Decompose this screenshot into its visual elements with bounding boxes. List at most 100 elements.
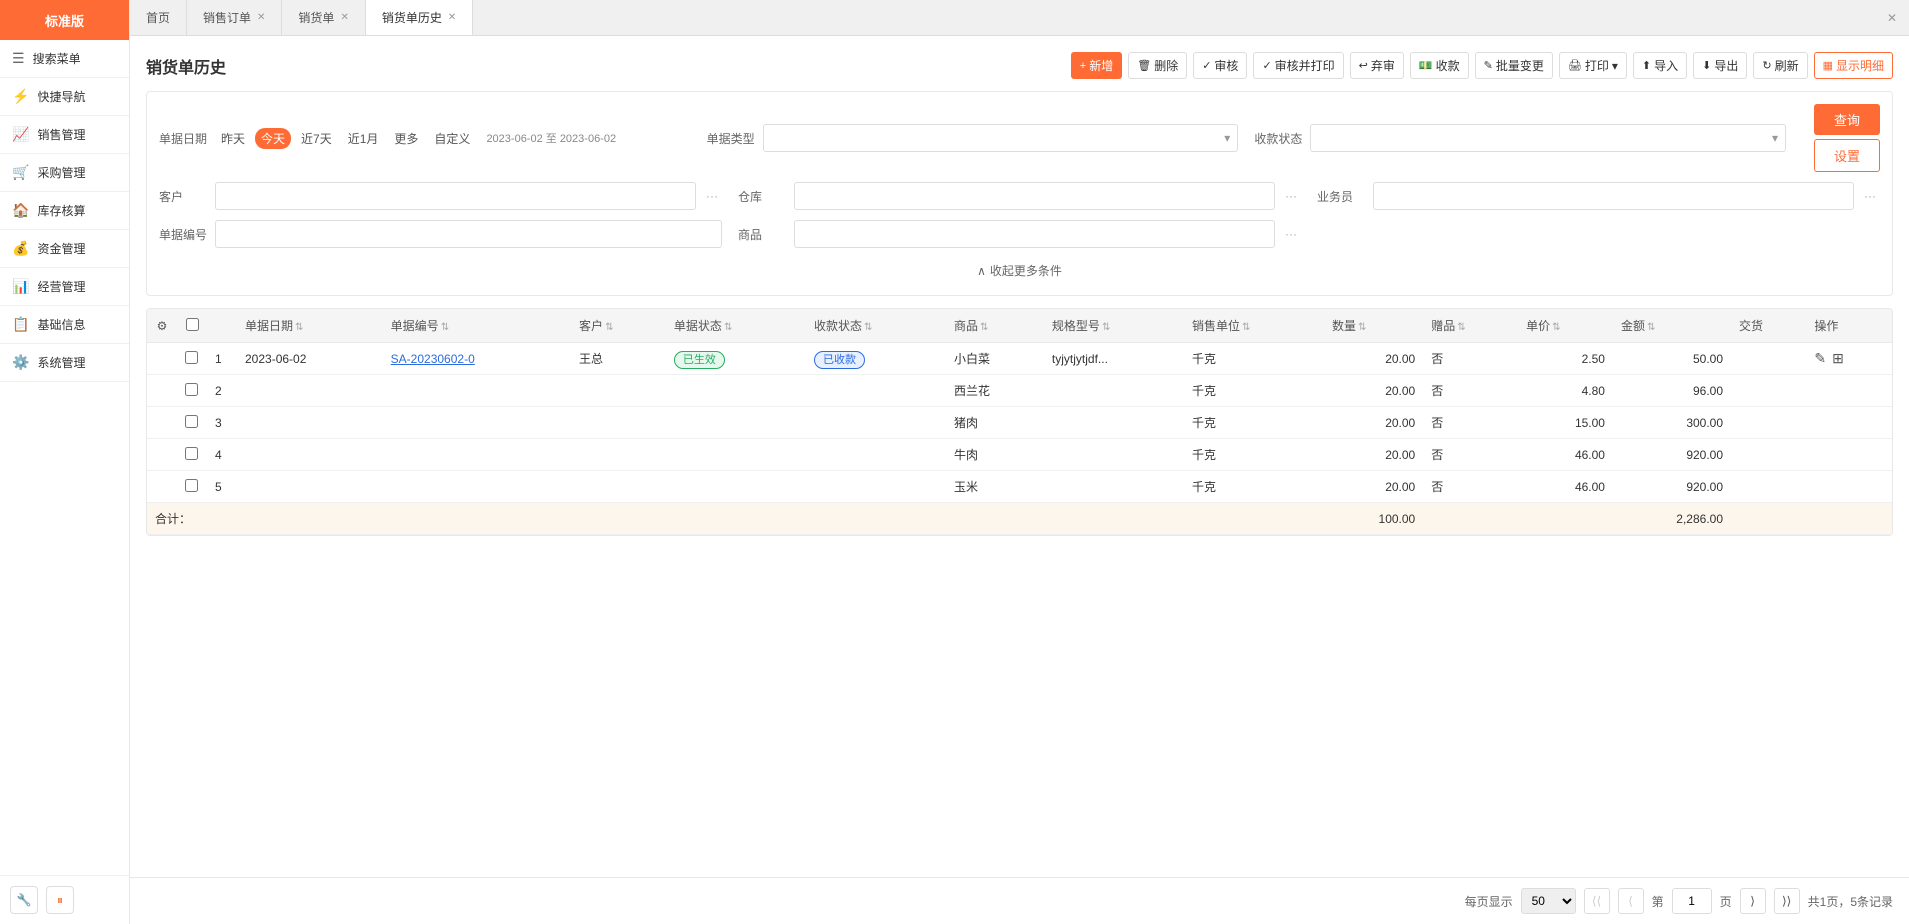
query-button[interactable]: 查询 [1814,104,1880,135]
sidebar-settings-btn[interactable]: 🔧 [10,886,38,914]
show-detail-button[interactable]: ▦ 显示明细 [1814,52,1893,79]
collapse-btn[interactable]: ∧ 收起更多条件 [159,258,1880,283]
audit-icon: ✓ [1202,59,1211,72]
sidebar-item-search-menu[interactable]: ☰ 搜索菜单 [0,40,129,78]
filter-salesperson-input[interactable] [1373,182,1854,210]
tab-sales-history-close[interactable]: ✕ [448,12,456,23]
th-unit-price[interactable]: 单价⇅ [1518,309,1613,343]
delete-button[interactable]: 🗑 删除 [1128,52,1187,79]
sidebar-item-label: 采购管理 [37,164,85,181]
cell-spec-type: tyjytjytjdf... [1044,343,1184,375]
cell-doc-number[interactable]: SA-20230602-0 [383,343,571,375]
import-button[interactable]: ⬆ 导入 [1633,52,1687,79]
tab-sales-goods-close[interactable]: ✕ [340,12,348,23]
filter-warehouse-dots[interactable]: ··· [1281,189,1301,203]
sidebar-item-quick-nav[interactable]: ⚡ 快捷导航 [0,78,129,116]
cell-checkbox[interactable] [177,343,207,375]
more-icon[interactable]: ⊞ [1832,350,1844,367]
refresh-label: 刷新 [1775,57,1799,74]
tab-home[interactable]: 首页 [130,0,187,35]
filter-customer-dots[interactable]: ··· [702,189,722,203]
filter-salesperson-dots[interactable]: ··· [1860,189,1880,203]
date-shortcut-7days[interactable]: 近7天 [295,128,338,149]
summary-empty [237,503,1324,535]
filter-goods-input[interactable] [794,220,1275,248]
filter-customer-input[interactable] [215,182,696,210]
sidebar-item-basic-info[interactable]: 📋 基础信息 [0,306,129,344]
sidebar-item-purchase-mgmt[interactable]: 🛒 采购管理 [0,154,129,192]
cell-settings [147,471,177,503]
filter-pay-status-select[interactable] [1310,124,1786,152]
th-action-label: 操作 [1814,319,1838,333]
filter-warehouse-input[interactable] [794,182,1275,210]
abandon-label: 弃审 [1371,57,1395,74]
filter-type-select[interactable] [763,124,1239,152]
next-page-btn[interactable]: ⟩ [1740,888,1766,914]
collect-button[interactable]: 💵 收款 [1410,52,1469,79]
date-shortcut-1month[interactable]: 近1月 [342,128,385,149]
cell-action[interactable]: ✎⊞ [1806,343,1892,375]
sidebar-item-sales-mgmt[interactable]: 📈 销售管理 [0,116,129,154]
filter-goods-item: 商品 ··· [738,220,1301,248]
th-sales-unit[interactable]: 销售单位⇅ [1184,309,1324,343]
date-shortcut-today[interactable]: 今天 [255,128,291,149]
settings-button[interactable]: 设置 [1814,139,1880,172]
tab-sales-order-close[interactable]: ✕ [257,12,265,23]
print-button[interactable]: 🖨 打印 ▾ [1559,52,1627,79]
filter-docnum-input[interactable] [215,220,722,248]
abandon-button[interactable]: ↩ 弃审 [1350,52,1404,79]
prev-page-btn[interactable]: ⟨ [1618,888,1644,914]
tab-sales-history[interactable]: 销货单历史 ✕ [366,0,473,35]
batch-change-button[interactable]: ✎ 批量变更 [1475,52,1553,79]
cell-checkbox[interactable] [177,375,207,407]
row-checkbox[interactable] [185,415,198,428]
date-shortcut-yesterday[interactable]: 昨天 [215,128,251,149]
sidebar-item-fund-mgmt[interactable]: 💰 资金管理 [0,230,129,268]
th-settings[interactable]: ⚙ [147,309,177,343]
export-button[interactable]: ⬇ 导出 [1693,52,1747,79]
th-doc-status[interactable]: 单据状态⇅ [666,309,806,343]
date-shortcut-more[interactable]: 更多 [388,128,424,149]
th-checkbox[interactable] [177,309,207,343]
row-checkbox[interactable] [185,447,198,460]
th-amount[interactable]: 金额⇅ [1613,309,1731,343]
row-checkbox[interactable] [185,351,198,364]
sort-customer-icon: ⇅ [605,322,613,333]
filter-goods-dots[interactable]: ··· [1281,227,1301,241]
th-quantity[interactable]: 数量⇅ [1324,309,1423,343]
page-input[interactable] [1672,888,1712,914]
th-doc-date[interactable]: 单据日期⇅ [237,309,383,343]
last-page-btn[interactable]: ⟩⟩ [1774,888,1800,914]
first-page-btn[interactable]: ⟨⟨ [1584,888,1610,914]
cell-pay-status: 已收款 [806,343,946,375]
sidebar-item-stock-calc[interactable]: 🏠 库存核算 [0,192,129,230]
th-doc-number[interactable]: 单据编号⇅ [383,309,571,343]
doc-number-link[interactable]: SA-20230602-0 [391,352,475,366]
tab-sales-goods[interactable]: 销货单 ✕ [282,0,365,35]
add-label: 新增 [1089,57,1113,74]
sidebar-item-sys-mgmt[interactable]: ⚙️ 系统管理 [0,344,129,382]
audit-button[interactable]: ✓ 审核 [1193,52,1247,79]
add-button[interactable]: + 新增 [1071,52,1122,79]
sidebar-item-ops-mgmt[interactable]: 📊 经营管理 [0,268,129,306]
tab-sales-order[interactable]: 销售订单 ✕ [187,0,282,35]
th-customer[interactable]: 客户⇅ [571,309,666,343]
row-checkbox[interactable] [185,383,198,396]
cell-checkbox[interactable] [177,471,207,503]
audit-print-button[interactable]: ✓ 审核并打印 [1253,52,1343,79]
th-pay-status[interactable]: 收款状态⇅ [806,309,946,343]
row-checkbox[interactable] [185,479,198,492]
cell-quantity: 20.00 [1324,375,1423,407]
cell-checkbox[interactable] [177,439,207,471]
sidebar-pause-btn[interactable]: ⏸ [46,886,74,914]
cell-checkbox[interactable] [177,407,207,439]
th-spec-type[interactable]: 规格型号⇅ [1044,309,1184,343]
th-gift[interactable]: 赠品⇅ [1423,309,1518,343]
edit-icon[interactable]: ✎ [1814,350,1826,367]
tab-close-all[interactable]: ✕ [1875,11,1909,25]
select-all-checkbox[interactable] [186,318,199,331]
refresh-button[interactable]: ↻ 刷新 [1753,52,1807,79]
date-shortcut-custom[interactable]: 自定义 [428,128,476,149]
th-goods[interactable]: 商品⇅ [946,309,1044,343]
per-page-select[interactable]: 50 20 100 [1521,888,1576,914]
